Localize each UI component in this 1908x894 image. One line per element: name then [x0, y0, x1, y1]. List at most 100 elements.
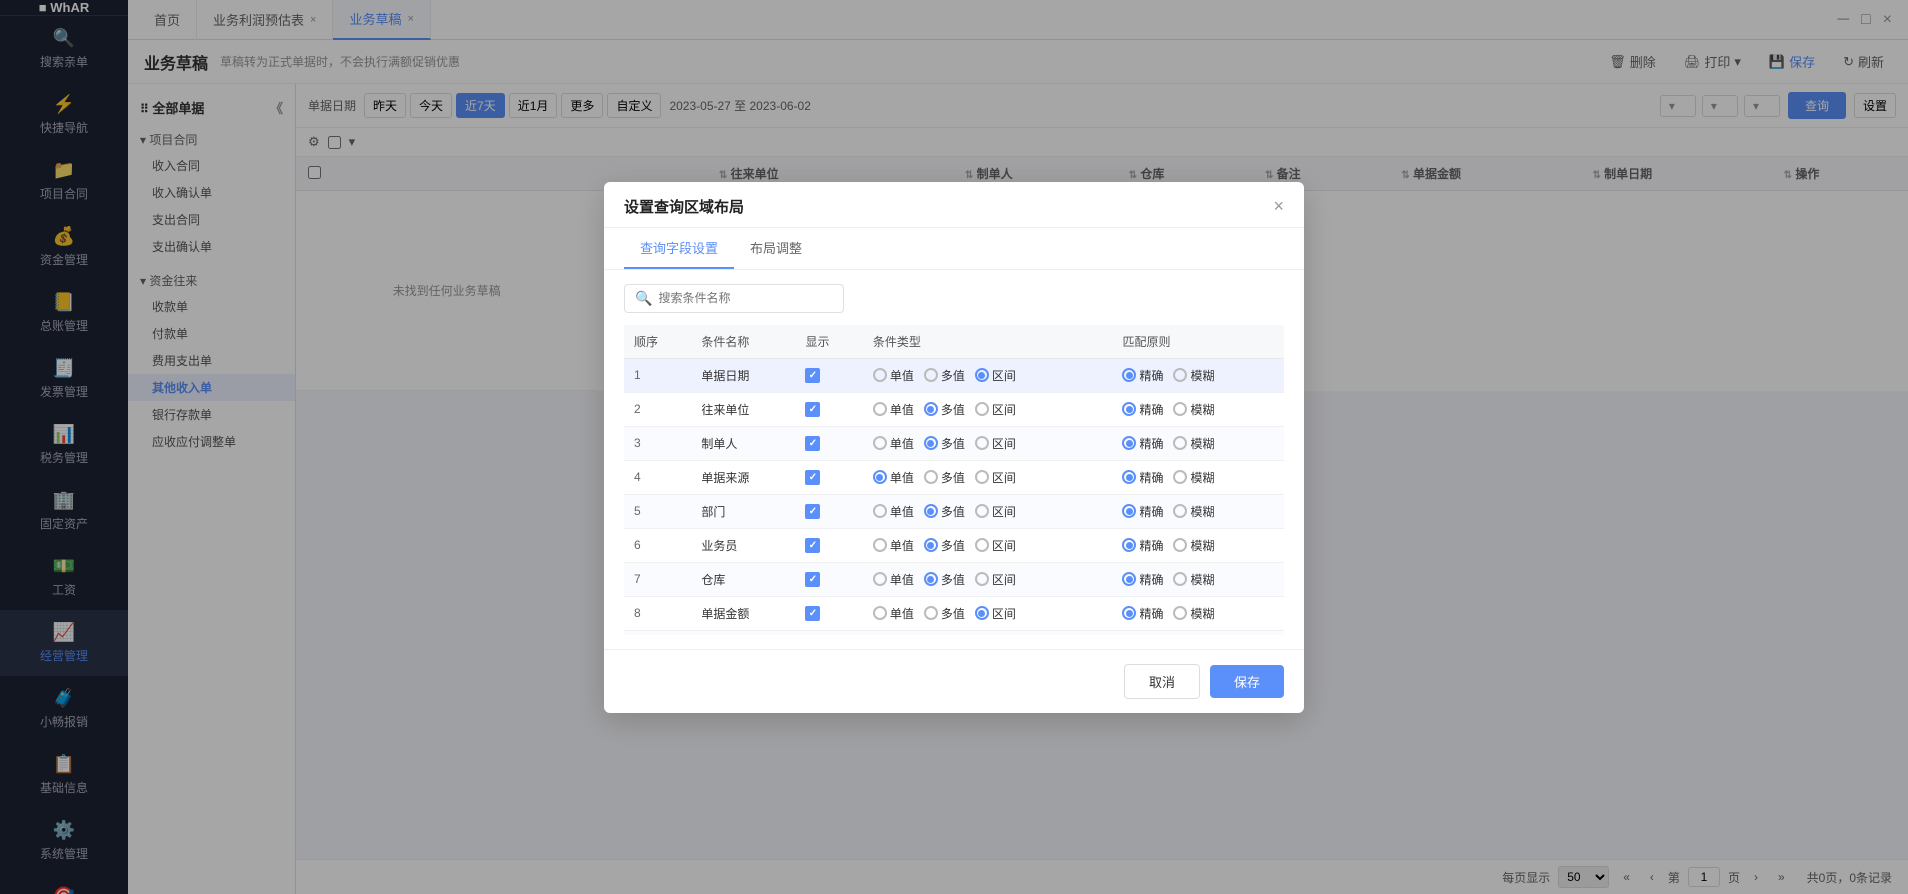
radio-type-type_range-1[interactable]: 区间	[975, 367, 1016, 384]
radio-match-match_exact-4[interactable]: 精确	[1122, 469, 1163, 486]
radio-label-type_multi: 多值	[941, 401, 965, 418]
row-show-5[interactable]	[795, 494, 862, 528]
show-checkbox-2[interactable]	[805, 402, 820, 417]
radio-match-match_exact-3[interactable]: 精确	[1122, 435, 1163, 452]
radio-type-type_range-5[interactable]: 区间	[975, 503, 1016, 520]
radio-circle-type_multi	[924, 470, 938, 484]
row-match-9: 精确模糊	[1112, 630, 1284, 635]
radio-type-type_multi-4[interactable]: 多值	[924, 469, 965, 486]
radio-match-match_fuzzy-1[interactable]: 模糊	[1173, 367, 1214, 384]
radio-type-type_single-8[interactable]: 单值	[873, 605, 914, 622]
row-show-2[interactable]	[795, 392, 862, 426]
radio-type-type_multi-8[interactable]: 多值	[924, 605, 965, 622]
radio-type-type_multi-5[interactable]: 多值	[924, 503, 965, 520]
show-checkbox-6[interactable]	[805, 538, 820, 553]
save-button[interactable]: 保存	[1210, 665, 1284, 698]
radio-type-type_range-4[interactable]: 区间	[975, 469, 1016, 486]
settings-scroll: 顺序 条件名称 显示 条件类型 匹配原则 1单据日期单值多值区间精确模糊2往来单…	[624, 325, 1284, 635]
show-checkbox-8[interactable]	[805, 606, 820, 621]
radio-type-type_multi-1[interactable]: 多值	[924, 367, 965, 384]
row-show-9[interactable]	[795, 630, 862, 635]
row-seq-6: 6	[624, 528, 691, 562]
radio-match-match_exact-1[interactable]: 精确	[1122, 367, 1163, 384]
radio-type-type_multi-6[interactable]: 多值	[924, 537, 965, 554]
radio-circle-type_single	[873, 470, 887, 484]
row-show-6[interactable]	[795, 528, 862, 562]
show-checkbox-3[interactable]	[805, 436, 820, 451]
row-name-6: 业务员	[691, 528, 795, 562]
row-show-1[interactable]	[795, 358, 862, 392]
radio-type-type_multi-7[interactable]: 多值	[924, 571, 965, 588]
radio-match-label-match_fuzzy: 模糊	[1190, 367, 1214, 384]
radio-match-match_exact-2[interactable]: 精确	[1122, 401, 1163, 418]
radio-type-type_single-1[interactable]: 单值	[873, 367, 914, 384]
radio-match-match_exact-5[interactable]: 精确	[1122, 503, 1163, 520]
radio-match-match_fuzzy-6[interactable]: 模糊	[1173, 537, 1214, 554]
row-show-8[interactable]	[795, 596, 862, 630]
row-type-6: 单值 多值区间	[863, 528, 1113, 562]
radio-type-type_range-6[interactable]: 区间	[975, 537, 1016, 554]
radio-circle-match-match_exact	[1122, 470, 1136, 484]
radio-type-type_single-7[interactable]: 单值	[873, 571, 914, 588]
settings-row-7: 7仓库单值多值区间精确模糊	[624, 562, 1284, 596]
radio-match-label-match_fuzzy: 模糊	[1190, 401, 1214, 418]
radio-match-match_exact-7[interactable]: 精确	[1122, 571, 1163, 588]
radio-circle-type_range	[975, 606, 989, 620]
dialog-tab-field-settings[interactable]: 查询字段设置	[624, 228, 734, 269]
row-match-3: 精确模糊	[1112, 426, 1284, 460]
radio-type-type_range-2[interactable]: 区间	[975, 401, 1016, 418]
radio-match-label-match_fuzzy: 模糊	[1190, 469, 1214, 486]
radio-circle-type_multi	[924, 606, 938, 620]
row-show-4[interactable]	[795, 460, 862, 494]
radio-type-type_single-6[interactable]: 单值	[873, 537, 914, 554]
row-show-3[interactable]	[795, 426, 862, 460]
condition-search-input[interactable]	[658, 291, 828, 305]
radio-label-type_single: 单值	[890, 503, 914, 520]
radio-label-type_multi: 多值	[941, 469, 965, 486]
radio-type-type_multi-3[interactable]: 多值	[924, 435, 965, 452]
radio-circle-match-match_exact	[1122, 504, 1136, 518]
radio-type-type_range-7[interactable]: 区间	[975, 571, 1016, 588]
radio-label-type_multi: 多值	[941, 537, 965, 554]
show-checkbox-7[interactable]	[805, 572, 820, 587]
radio-type-type_single-4[interactable]: 单值	[873, 469, 914, 486]
radio-type-type_multi-2[interactable]: 多值	[924, 401, 965, 418]
radio-circle-type_multi	[924, 538, 938, 552]
radio-match-match_fuzzy-5[interactable]: 模糊	[1173, 503, 1214, 520]
row-seq-1: 1	[624, 358, 691, 392]
dialog-title: 设置查询区域布局	[624, 196, 744, 217]
radio-circle-match-match_exact	[1122, 538, 1136, 552]
radio-match-match_fuzzy-2[interactable]: 模糊	[1173, 401, 1214, 418]
radio-circle-type_single	[873, 436, 887, 450]
radio-circle-match-match_fuzzy	[1173, 436, 1187, 450]
radio-type-type_range-8[interactable]: 区间	[975, 605, 1016, 622]
radio-match-label-match_fuzzy: 模糊	[1190, 605, 1214, 622]
row-show-7[interactable]	[795, 562, 862, 596]
show-checkbox-5[interactable]	[805, 504, 820, 519]
radio-circle-type_range	[975, 368, 989, 382]
cancel-button[interactable]: 取消	[1124, 664, 1200, 699]
radio-label-type_single: 单值	[890, 367, 914, 384]
radio-label-type_range: 区间	[992, 435, 1016, 452]
radio-match-match_fuzzy-7[interactable]: 模糊	[1173, 571, 1214, 588]
radio-type-type_range-3[interactable]: 区间	[975, 435, 1016, 452]
radio-type-type_single-5[interactable]: 单值	[873, 503, 914, 520]
search-box: 🔍	[624, 284, 844, 313]
dialog-close-btn[interactable]: ×	[1273, 196, 1284, 217]
radio-circle-match-match_exact	[1122, 436, 1136, 450]
radio-match-match_exact-6[interactable]: 精确	[1122, 537, 1163, 554]
row-name-3: 制单人	[691, 426, 795, 460]
radio-match-match_fuzzy-4[interactable]: 模糊	[1173, 469, 1214, 486]
show-checkbox-1[interactable]	[805, 368, 820, 383]
radio-type-type_single-2[interactable]: 单值	[873, 401, 914, 418]
dialog-tab-layout-adjust[interactable]: 布局调整	[734, 228, 818, 269]
show-checkbox-4[interactable]	[805, 470, 820, 485]
radio-circle-type_range	[975, 470, 989, 484]
radio-label-type_multi: 多值	[941, 571, 965, 588]
radio-match-match_fuzzy-8[interactable]: 模糊	[1173, 605, 1214, 622]
radio-match-match_fuzzy-3[interactable]: 模糊	[1173, 435, 1214, 452]
radio-circle-type_single	[873, 538, 887, 552]
row-seq-4: 4	[624, 460, 691, 494]
radio-match-match_exact-8[interactable]: 精确	[1122, 605, 1163, 622]
radio-type-type_single-3[interactable]: 单值	[873, 435, 914, 452]
